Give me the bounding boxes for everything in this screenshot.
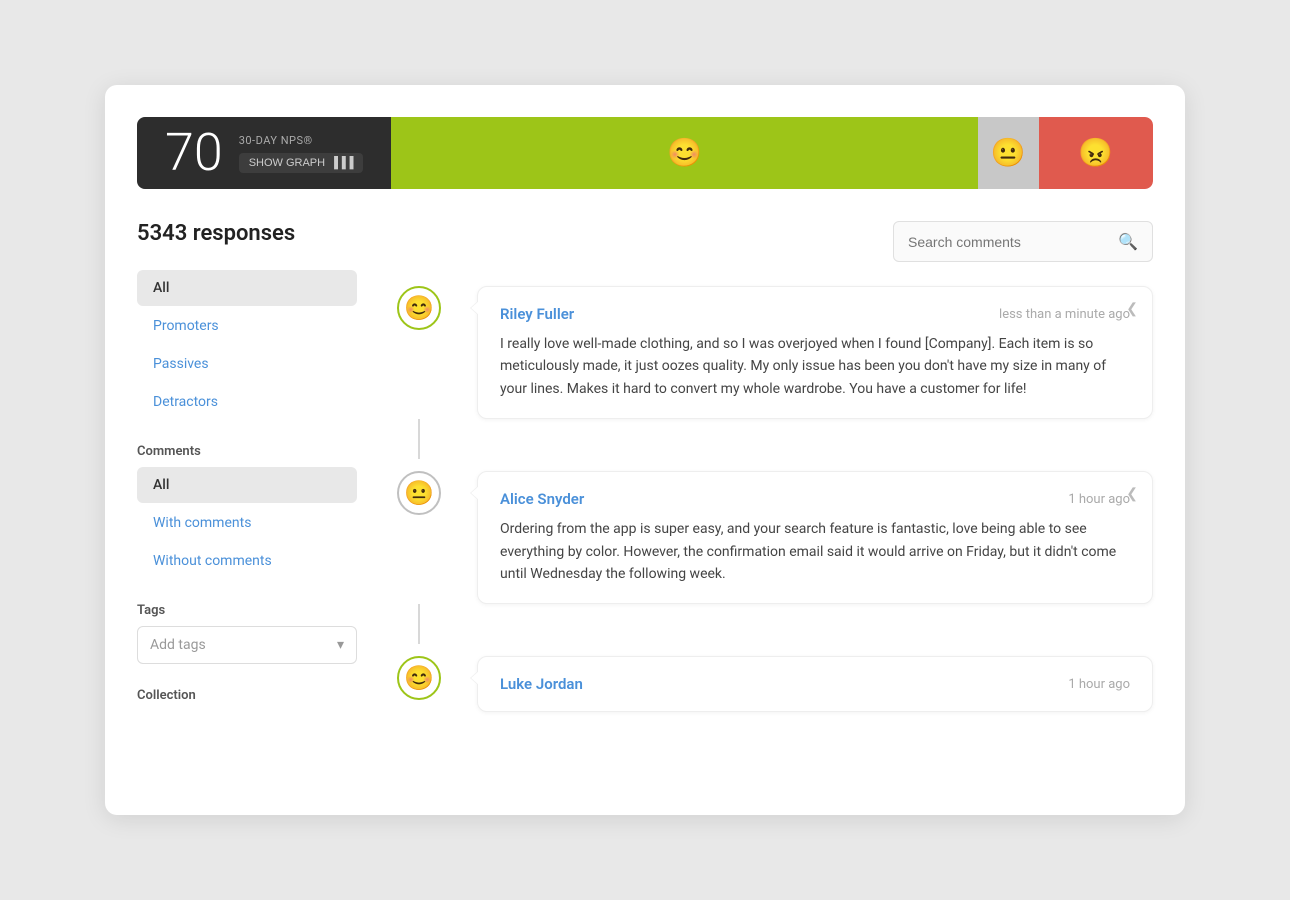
detractor-face-icon: 😠 bbox=[1078, 139, 1113, 167]
filter-detractors[interactable]: Detractors bbox=[137, 384, 357, 420]
filter-passives[interactable]: Passives bbox=[137, 346, 357, 382]
timeline-item-2: 😐 ❮ Alice Snyder 1 hour ago Ordering fro… bbox=[389, 471, 1153, 604]
card-col-1: ❮ Riley Fuller less than a minute ago I … bbox=[463, 286, 1153, 419]
time-1: less than a minute ago bbox=[999, 307, 1130, 322]
search-icon: 🔍 bbox=[1118, 232, 1138, 251]
collection-label: Collection bbox=[137, 688, 357, 703]
comment-text-1: I really love well-made clothing, and so… bbox=[500, 333, 1130, 400]
filter-promoters[interactable]: Promoters bbox=[137, 308, 357, 344]
type-filter-section: All Promoters Passives Detractors bbox=[137, 270, 357, 420]
nps-score: 70 bbox=[165, 127, 223, 179]
comment-text-2: Ordering from the app is super easy, and… bbox=[500, 518, 1130, 585]
comment-card-3: Luke Jordan 1 hour ago bbox=[477, 656, 1153, 712]
time-3: 1 hour ago bbox=[1068, 677, 1130, 692]
comment-card-1: ❮ Riley Fuller less than a minute ago I … bbox=[477, 286, 1153, 419]
timeline-left-2: 😐 bbox=[389, 471, 449, 515]
card-col-3: Luke Jordan 1 hour ago bbox=[463, 656, 1153, 712]
responses-count: 5343 responses bbox=[137, 221, 295, 246]
vert-line-1 bbox=[418, 419, 420, 459]
sidebar: 5343 responses All Promoters Passives De… bbox=[137, 221, 357, 727]
card-col-2: ❮ Alice Snyder 1 hour ago Ordering from … bbox=[463, 471, 1153, 604]
search-input[interactable] bbox=[908, 234, 1108, 250]
vert-line-2 bbox=[418, 604, 420, 644]
collection-section: Collection bbox=[137, 688, 357, 703]
filter-with-comments[interactable]: With comments bbox=[137, 505, 357, 541]
responses-header: 5343 responses bbox=[137, 221, 357, 246]
app-container: 70 30-DAY NPS® SHOW GRAPH ▐▐▐ 😊 😐 😠 bbox=[105, 85, 1185, 815]
filter-all[interactable]: All bbox=[137, 270, 357, 306]
right-header: 🔍 bbox=[389, 221, 1153, 262]
tags-dropdown[interactable]: Add tags ▾ bbox=[137, 626, 357, 664]
chevron-down-icon: ▾ bbox=[337, 637, 344, 653]
tags-label: Tags bbox=[137, 603, 357, 618]
avatar-2: 😐 bbox=[397, 471, 441, 515]
nps-info: 30-DAY NPS® SHOW GRAPH ▐▐▐ bbox=[239, 134, 364, 173]
collapse-icon-1[interactable]: ❮ bbox=[1126, 301, 1138, 317]
comments-filter-section: Comments All With comments Without comme… bbox=[137, 444, 357, 579]
passive-bar: 😐 bbox=[978, 117, 1039, 189]
bar-chart-icon: ▐▐▐ bbox=[330, 157, 353, 169]
show-graph-label: SHOW GRAPH bbox=[249, 157, 325, 169]
timeline-item: 😊 ❮ Riley Fuller less than a minute ago … bbox=[389, 286, 1153, 419]
author-1[interactable]: Riley Fuller bbox=[500, 305, 574, 323]
promoter-emoji-3: 😊 bbox=[404, 664, 434, 692]
line-col-2 bbox=[389, 604, 449, 644]
connector-1 bbox=[389, 419, 1153, 459]
filter-comments-all[interactable]: All bbox=[137, 467, 357, 503]
card-header-2: Alice Snyder 1 hour ago bbox=[500, 490, 1130, 508]
tags-placeholder: Add tags bbox=[150, 637, 206, 653]
comments-section-label: Comments bbox=[137, 444, 357, 459]
timeline-item-3: 😊 Luke Jordan 1 hour ago bbox=[389, 656, 1153, 712]
card-header-3: Luke Jordan 1 hour ago bbox=[500, 675, 1130, 693]
comment-card-2: ❮ Alice Snyder 1 hour ago Ordering from … bbox=[477, 471, 1153, 604]
nps-bar: 😊 😐 😠 bbox=[391, 117, 1153, 189]
tags-section: Tags Add tags ▾ bbox=[137, 603, 357, 664]
passive-face-icon: 😐 bbox=[991, 139, 1026, 167]
search-box[interactable]: 🔍 bbox=[893, 221, 1153, 262]
nps-label: 30-DAY NPS® bbox=[239, 134, 364, 147]
avatar-3: 😊 bbox=[397, 656, 441, 700]
connector-2 bbox=[389, 604, 1153, 644]
filter-without-comments[interactable]: Without comments bbox=[137, 543, 357, 579]
top-bar: 70 30-DAY NPS® SHOW GRAPH ▐▐▐ 😊 😐 😠 bbox=[137, 117, 1153, 189]
author-3[interactable]: Luke Jordan bbox=[500, 675, 583, 693]
timeline-left-3: 😊 bbox=[389, 656, 449, 700]
card-header-1: Riley Fuller less than a minute ago bbox=[500, 305, 1130, 323]
detractor-bar: 😠 bbox=[1039, 117, 1153, 189]
author-2[interactable]: Alice Snyder bbox=[500, 490, 584, 508]
timeline: 😊 ❮ Riley Fuller less than a minute ago … bbox=[389, 286, 1153, 712]
promoter-bar: 😊 bbox=[391, 117, 977, 189]
collapse-icon-2[interactable]: ❮ bbox=[1126, 486, 1138, 502]
nps-score-box: 70 30-DAY NPS® SHOW GRAPH ▐▐▐ bbox=[137, 117, 391, 189]
promoter-emoji-1: 😊 bbox=[404, 294, 434, 322]
passive-emoji-2: 😐 bbox=[404, 479, 434, 507]
show-graph-button[interactable]: SHOW GRAPH ▐▐▐ bbox=[239, 153, 364, 173]
avatar-1: 😊 bbox=[397, 286, 441, 330]
right-panel: 🔍 😊 ❮ Riley Fulle bbox=[389, 221, 1153, 727]
line-col-1 bbox=[389, 419, 449, 459]
promoter-face-icon: 😊 bbox=[667, 139, 702, 167]
timeline-left-1: 😊 bbox=[389, 286, 449, 330]
main-content: 5343 responses All Promoters Passives De… bbox=[137, 221, 1153, 727]
time-2: 1 hour ago bbox=[1068, 492, 1130, 507]
